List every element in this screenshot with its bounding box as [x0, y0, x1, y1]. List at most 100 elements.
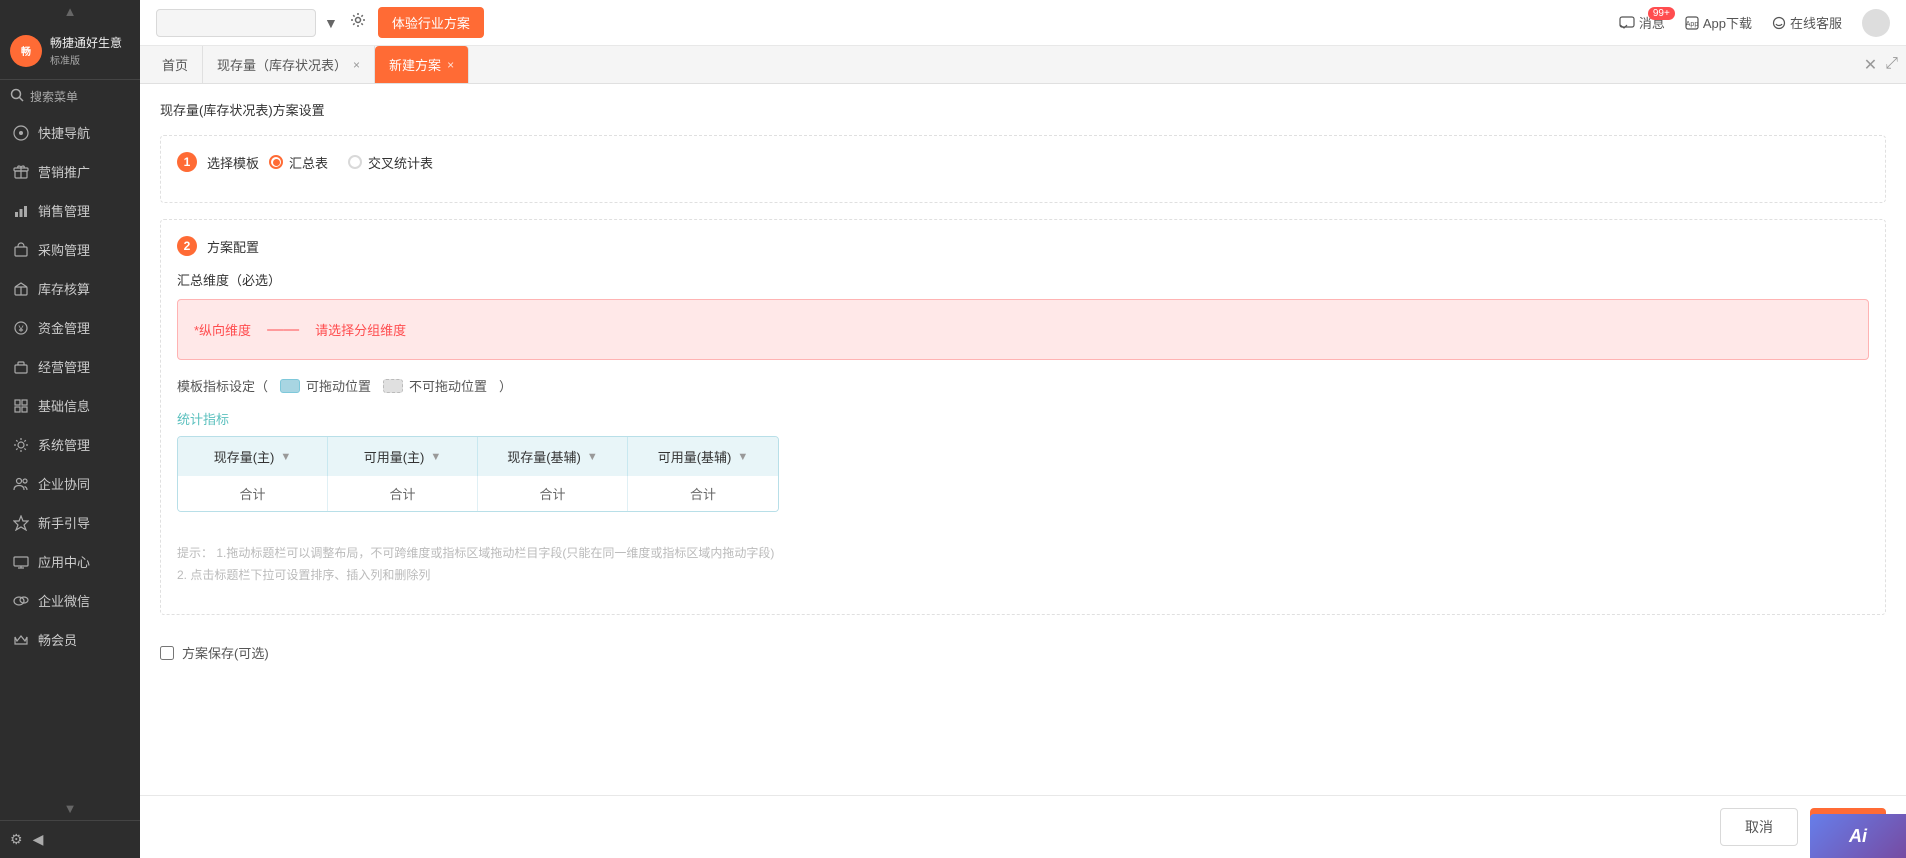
settings-bottom-icon[interactable]: ⚙ — [10, 831, 23, 848]
sidebar-item-app-center[interactable]: 应用中心 — [0, 542, 140, 581]
app-tag: 标准版 — [50, 52, 122, 67]
app-name: 畅捷通好生意 — [50, 35, 122, 52]
settings-icon — [12, 436, 30, 454]
radio-cross-circle — [348, 155, 362, 169]
topbar-dropdown-icon[interactable]: ▼ — [324, 15, 338, 31]
col3-dropdown-icon[interactable]: ▼ — [587, 451, 598, 463]
trial-btn[interactable]: 体验行业方案 — [378, 7, 484, 38]
dimension-box[interactable]: *纵向维度 —— 请选择分组维度 — [177, 299, 1869, 360]
search-menu[interactable]: 搜索菜单 — [0, 80, 140, 113]
tab-new-scheme-label: 新建方案 — [389, 55, 441, 74]
tab-inventory[interactable]: 现存量（库存状况表） × — [203, 46, 375, 83]
star-icon — [12, 514, 30, 532]
stats-col-4-body: 合计 — [628, 476, 778, 511]
stats-col-1-header[interactable]: 现存量(主) ▼ — [178, 437, 328, 476]
tabbar: 首页 现存量（库存状况表） × 新建方案 × ✕ ⤢ — [140, 46, 1906, 84]
sidebar-item-purchase[interactable]: 采购管理 — [0, 230, 140, 269]
tab-inventory-label: 现存量（库存状况表） — [217, 55, 347, 74]
message-btn[interactable]: 消息 99+ — [1619, 13, 1665, 32]
col1-dropdown-icon[interactable]: ▼ — [280, 451, 291, 463]
indicator-draggable: 可拖动位置 — [280, 376, 371, 395]
nav-label: 畅会员 — [38, 630, 77, 649]
tabbar-controls: ✕ ⤢ — [1864, 55, 1898, 75]
topbar-input-area: ▼ — [156, 9, 338, 37]
radio-summary-circle — [269, 155, 283, 169]
radio-summary[interactable]: 汇总表 — [269, 153, 328, 172]
sidebar-item-vip[interactable]: 畅会员 — [0, 620, 140, 659]
nav-label: 资金管理 — [38, 318, 90, 337]
tab-expand-icon[interactable]: ⤢ — [1885, 55, 1898, 75]
nav-label: 应用中心 — [38, 552, 90, 571]
sidebar-bottom: ⚙ ◀ — [0, 820, 140, 858]
radio-summary-label: 汇总表 — [289, 153, 328, 172]
app-download-btn[interactable]: App App下载 — [1685, 13, 1752, 32]
page-title: 现存量(库存状况表)方案设置 — [160, 100, 1886, 119]
stats-col-4-header[interactable]: 可用量(基辅) ▼ — [628, 437, 778, 476]
nav-label: 营销推广 — [38, 162, 90, 181]
sidebar-scroll-down[interactable]: ▼ — [0, 797, 140, 820]
vip-icon — [12, 631, 30, 649]
nav-label: 基础信息 — [38, 396, 90, 415]
col2-dropdown-icon[interactable]: ▼ — [430, 451, 441, 463]
save-section: 方案保存(可选) — [160, 631, 1886, 674]
nav-label: 经营管理 — [38, 357, 90, 376]
tab-new-scheme-close[interactable]: × — [447, 58, 454, 72]
sidebar-item-enterprise[interactable]: 企业协同 — [0, 464, 140, 503]
save-checkbox[interactable] — [160, 646, 174, 660]
template-indicator: 模板指标设定（ 可拖动位置 不可拖动位置 ） — [177, 376, 1869, 395]
logo-icon: 畅 — [10, 35, 42, 67]
dimension-required: *纵向维度 — [194, 320, 251, 339]
users-icon — [12, 475, 30, 493]
stats-title: 统计指标 — [177, 409, 1869, 428]
nav-label: 库存核算 — [38, 279, 90, 298]
indicator-fixed: 不可拖动位置 — [383, 376, 487, 395]
sidebar-item-guide[interactable]: 新手引导 — [0, 503, 140, 542]
stats-table-header: 现存量(主) ▼ 可用量(主) ▼ 现存量(基辅) ▼ 可用量(基辅) ▼ — [178, 437, 778, 476]
sidebar-item-system[interactable]: 系统管理 — [0, 425, 140, 464]
tab-new-scheme[interactable]: 新建方案 × — [375, 46, 469, 83]
tab-home[interactable]: 首页 — [148, 46, 203, 83]
briefcase-icon — [12, 358, 30, 376]
fixed-label: 不可拖动位置 — [409, 376, 487, 395]
template-radio-group: 汇总表 交叉统计表 — [269, 153, 433, 172]
online-service-btn[interactable]: 在线客服 — [1772, 13, 1842, 32]
ai-label: Ai — [1849, 826, 1867, 847]
sidebar-item-inventory[interactable]: 库存核算 — [0, 269, 140, 308]
chart-icon — [12, 202, 30, 220]
user-avatar[interactable] — [1862, 9, 1890, 37]
compass-icon — [12, 124, 30, 142]
sidebar-item-basic-info[interactable]: 基础信息 — [0, 386, 140, 425]
radio-cross[interactable]: 交叉统计表 — [348, 153, 433, 172]
sidebar-item-finance[interactable]: ¥ 资金管理 — [0, 308, 140, 347]
nav-label: 新手引导 — [38, 513, 90, 532]
stats-col-3-body: 合计 — [478, 476, 628, 511]
tab-inventory-close[interactable]: × — [353, 58, 360, 72]
tab-close-all-icon[interactable]: ✕ — [1864, 55, 1877, 75]
ai-button[interactable]: Ai — [1810, 814, 1906, 858]
gift-icon — [12, 163, 30, 181]
sidebar-item-marketing[interactable]: 营销推广 — [0, 152, 140, 191]
section-config: 2 方案配置 汇总维度（必选） *纵向维度 —— 请选择分组维度 模板指标设定（… — [160, 219, 1886, 615]
sidebar-item-sales[interactable]: 销售管理 — [0, 191, 140, 230]
content-area: 现存量(库存状况表)方案设置 1 选择模板 汇总表 交叉统计表 — [140, 84, 1906, 795]
section1-header: 1 选择模板 汇总表 交叉统计表 — [177, 152, 1869, 172]
stats-col-2-header[interactable]: 可用量(主) ▼ — [328, 437, 478, 476]
sidebar-item-operation[interactable]: 经营管理 — [0, 347, 140, 386]
save-label: 方案保存(可选) — [182, 643, 269, 662]
speaker-icon[interactable]: ◀ — [33, 831, 44, 848]
cancel-button[interactable]: 取消 — [1720, 808, 1798, 846]
sidebar-item-quick-nav[interactable]: 快捷导航 — [0, 113, 140, 152]
wechat-icon — [12, 592, 30, 610]
topbar-gear-icon[interactable] — [350, 12, 366, 33]
sidebar-item-wechat[interactable]: 企业微信 — [0, 581, 140, 620]
search-menu-label: 搜索菜单 — [30, 88, 78, 105]
topbar-search-input[interactable] — [156, 9, 316, 37]
nav-label: 系统管理 — [38, 435, 90, 454]
app-logo: 畅 畅捷通好生意 标准版 — [0, 23, 140, 80]
sidebar-scroll-up[interactable]: ▲ — [0, 0, 140, 23]
col4-dropdown-icon[interactable]: ▼ — [737, 451, 748, 463]
stats-col-3-header[interactable]: 现存量(基辅) ▼ — [478, 437, 628, 476]
search-icon — [10, 88, 24, 105]
message-badge: 99+ — [1648, 7, 1675, 20]
nav-label: 采购管理 — [38, 240, 90, 259]
